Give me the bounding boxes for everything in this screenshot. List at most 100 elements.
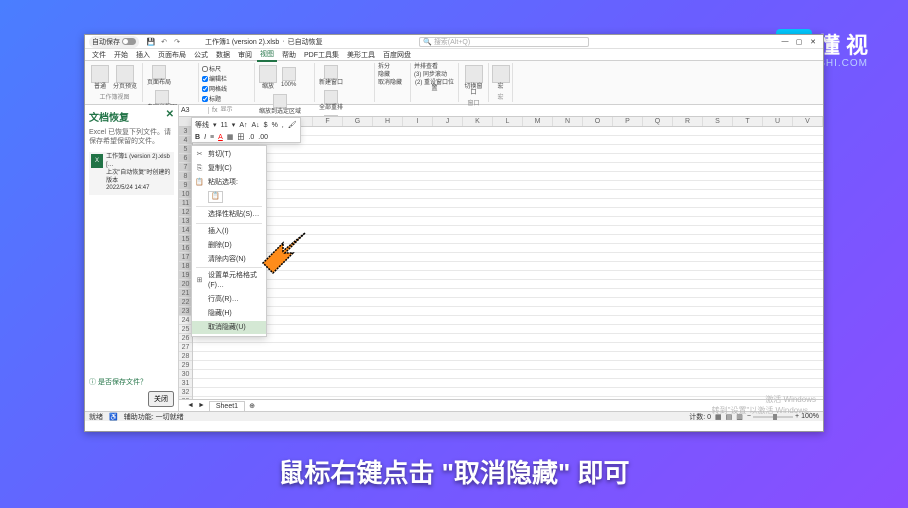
align-icon[interactable]: ≡ <box>209 134 215 141</box>
newwin-button[interactable]: 新建窗口 <box>318 64 344 87</box>
macros-button[interactable]: 宏 <box>492 64 509 91</box>
col-header[interactable]: T <box>733 117 763 126</box>
ctx-unhide[interactable]: 取消隐藏(U) <box>192 321 266 335</box>
pagelayout-button[interactable]: 页面布局 <box>146 64 172 87</box>
sidebyside-button[interactable]: 并排查看 <box>414 64 438 70</box>
minimize-icon[interactable]: — <box>779 36 791 48</box>
lbl: 页面布局 <box>147 80 171 86</box>
redo-icon[interactable]: ↷ <box>172 37 182 47</box>
row-header[interactable]: 33 <box>179 397 192 399</box>
ctx-cut[interactable]: ✂剪切(T) <box>192 148 266 162</box>
prev-sheet-icon[interactable]: ◄ <box>187 402 194 409</box>
col-header[interactable]: U <box>763 117 793 126</box>
row-header[interactable]: 30 <box>179 370 192 379</box>
col-header[interactable]: G <box>343 117 373 126</box>
decimal-inc-icon[interactable]: .0 <box>247 134 255 141</box>
ctx-rowheight[interactable]: 行高(R)… <box>192 293 266 307</box>
comma-icon[interactable]: , <box>281 122 285 129</box>
col-header[interactable]: J <box>433 117 463 126</box>
add-sheet-icon[interactable]: ⊕ <box>249 402 255 410</box>
italic-icon[interactable]: I <box>203 134 207 141</box>
row-header[interactable]: 31 <box>179 379 192 388</box>
sheet-tab[interactable]: Sheet1 <box>209 401 245 411</box>
fillcolor-icon[interactable]: ▦ <box>226 133 235 141</box>
undo-icon[interactable]: ↶ <box>159 37 169 47</box>
col-header[interactable]: P <box>613 117 643 126</box>
col-header[interactable]: S <box>703 117 733 126</box>
row-header[interactable]: 32 <box>179 388 192 397</box>
col-header[interactable]: L <box>493 117 523 126</box>
split-button[interactable]: 拆分 <box>378 64 390 70</box>
ctx-paste-icon-row[interactable]: 📋 <box>192 189 266 205</box>
border-icon[interactable]: 田 <box>236 132 245 142</box>
increase-font-icon[interactable]: A↑ <box>238 122 248 129</box>
excel-window: 自动保存 💾 ↶ ↷ 工作簿1 (version 2).xlsb · 已自动恢复… <box>84 34 824 432</box>
col-header[interactable]: Q <box>643 117 673 126</box>
resetpos-button[interactable]: (2) 重设窗口位置 <box>414 80 455 92</box>
ctx-pastespecial[interactable]: 选择性粘贴(S)… <box>192 208 266 222</box>
search-input[interactable]: 🔍 搜索(Alt+Q) <box>419 37 589 47</box>
percent-icon[interactable]: % <box>271 122 279 129</box>
col-header[interactable]: K <box>463 117 493 126</box>
hundred-button[interactable]: 100% <box>280 66 297 89</box>
font-name[interactable]: 等线 <box>194 120 210 130</box>
col-header[interactable]: O <box>583 117 613 126</box>
tab-meitu[interactable]: 美形工具 <box>344 49 378 61</box>
separator <box>196 267 262 268</box>
tab-formula[interactable]: 公式 <box>191 49 211 61</box>
ctx-hide[interactable]: 隐藏(H) <box>192 307 266 321</box>
normal-view-button[interactable]: 普通 <box>90 64 110 91</box>
next-sheet-icon[interactable]: ► <box>198 402 205 409</box>
tab-home[interactable]: 开始 <box>111 49 131 61</box>
tab-review[interactable]: 审阅 <box>235 49 255 61</box>
fmlbar-checkbox[interactable]: 编辑栏 <box>202 74 227 83</box>
switchwin-button[interactable]: 切换窗口 <box>462 64 485 97</box>
zoom-button[interactable]: 缩放 <box>258 64 278 91</box>
col-header[interactable]: N <box>553 117 583 126</box>
format-painter-icon[interactable]: 🖌 <box>287 121 298 129</box>
tab-insert[interactable]: 插入 <box>133 49 153 61</box>
unhide-button[interactable]: 取消隐藏 <box>378 80 402 86</box>
tab-baidu[interactable]: 百度网盘 <box>380 49 414 61</box>
syncscroll-button[interactable]: (3) 同步滚动 <box>414 72 447 78</box>
tab-layout[interactable]: 页面布局 <box>155 49 189 61</box>
row-header[interactable]: 29 <box>179 361 192 370</box>
ctx-copy[interactable]: ⎘复制(C) <box>192 162 266 176</box>
col-header[interactable]: M <box>523 117 553 126</box>
close-icon[interactable]: ✕ <box>807 36 819 48</box>
bold-icon[interactable]: B <box>194 134 201 141</box>
paste-option-icon[interactable]: 📋 <box>208 191 223 203</box>
font-size[interactable]: 11 <box>220 122 229 129</box>
ctx-paste-options[interactable]: 📋粘贴选项: <box>192 176 266 190</box>
decrease-font-icon[interactable]: A↓ <box>250 122 260 129</box>
row-header[interactable]: 28 <box>179 352 192 361</box>
ruler-checkbox[interactable]: 标尺 <box>202 64 221 73</box>
headings-checkbox[interactable]: 标题 <box>202 94 221 103</box>
fontcolor-icon[interactable]: A <box>217 134 224 141</box>
save-icon[interactable]: 💾 <box>146 37 156 47</box>
fx-icon[interactable]: fx <box>209 107 220 114</box>
col-header[interactable]: I <box>403 117 433 126</box>
tab-view[interactable]: 视图 <box>257 48 277 62</box>
tab-data[interactable]: 数据 <box>213 49 233 61</box>
hide-button[interactable]: 隐藏 <box>378 72 390 78</box>
decimal-dec-icon[interactable]: .00 <box>257 134 269 141</box>
recovered-file[interactable]: X 工作簿1 (version 2).xlsb [… 上次"自动恢复"时创建的版… <box>89 152 174 195</box>
tab-pdf[interactable]: PDF工具集 <box>301 49 342 61</box>
name-box[interactable]: A3 <box>179 107 209 114</box>
col-header[interactable]: V <box>793 117 823 126</box>
tab-help[interactable]: 帮助 <box>279 49 299 61</box>
col-header[interactable]: H <box>373 117 403 126</box>
maximize-icon[interactable]: ▢ <box>793 36 805 48</box>
pagebreak-button[interactable]: 分页预览 <box>112 64 138 91</box>
col-header[interactable]: R <box>673 117 703 126</box>
col-header[interactable]: F <box>313 117 343 126</box>
row-header[interactable]: 27 <box>179 343 192 352</box>
pane-close-icon[interactable]: ✕ <box>166 109 174 124</box>
currency-icon[interactable]: $ <box>263 122 269 129</box>
close-button[interactable]: 关闭 <box>148 391 174 407</box>
tab-file[interactable]: 文件 <box>89 49 109 61</box>
gridlines-checkbox[interactable]: 网格线 <box>202 84 227 93</box>
save-link[interactable]: 是否保存文件？ <box>98 377 147 387</box>
autosave-toggle[interactable]: 自动保存 <box>89 36 139 48</box>
